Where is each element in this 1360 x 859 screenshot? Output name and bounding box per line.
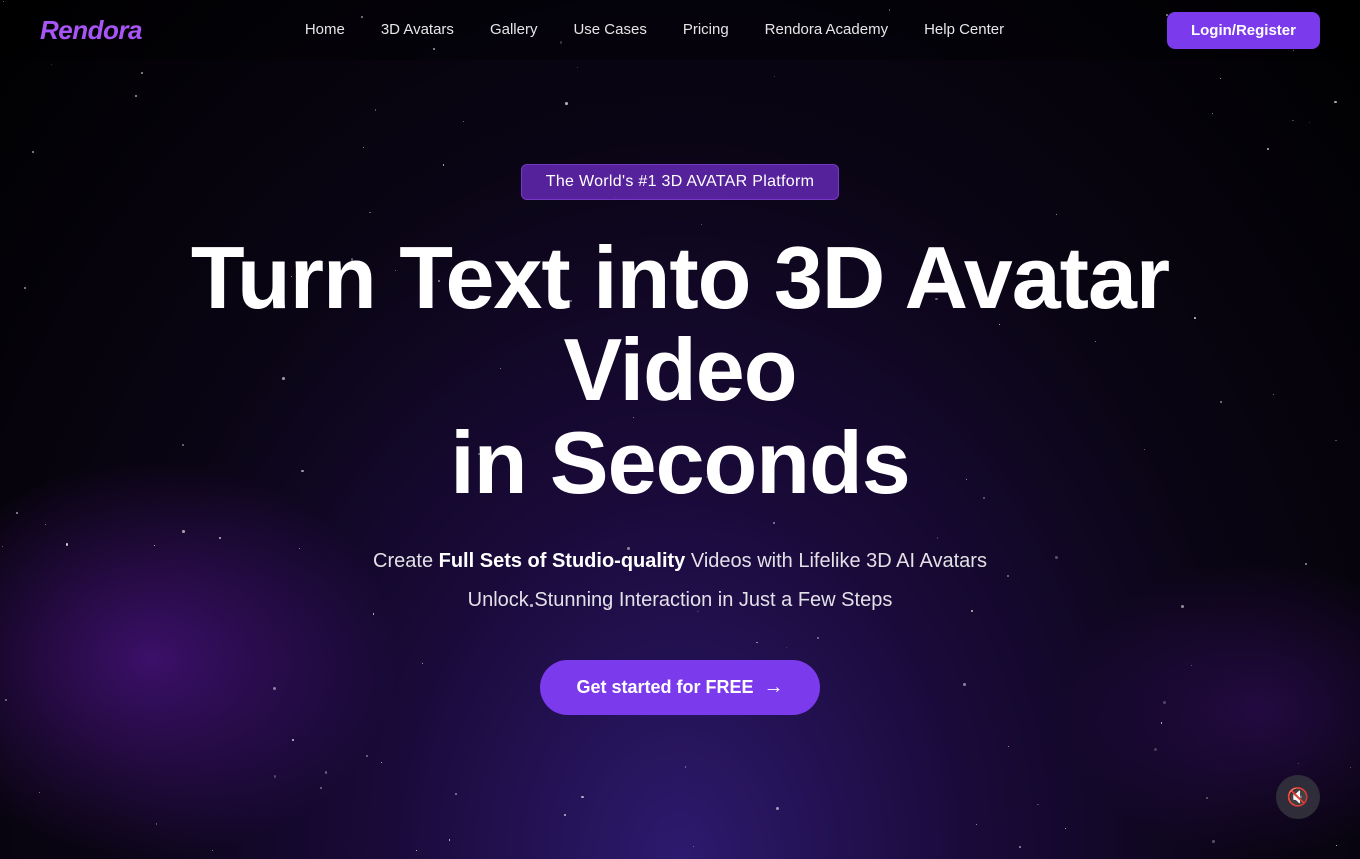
logo[interactable]: Rendora — [40, 15, 142, 46]
hero-section: The World's #1 3D AVATAR Platform Turn T… — [0, 60, 1360, 859]
nav-link-academy[interactable]: Rendora Academy — [765, 21, 888, 38]
hero-title-line3: in Seconds — [450, 413, 909, 512]
navbar: Rendora Home 3D Avatars Gallery Use Cases Pr… — [0, 0, 1360, 60]
nav-link-gallery[interactable]: Gallery — [490, 21, 538, 38]
nav-link-help[interactable]: Help Center — [924, 21, 1004, 38]
hero-title-line2: Video — [563, 320, 796, 419]
nav-link-pricing[interactable]: Pricing — [683, 21, 729, 38]
hero-title-line1: Turn Text into 3D Avatar — [191, 228, 1169, 327]
hero-sub2: Unlock Stunning Interaction in Just a Fe… — [468, 589, 893, 612]
nav-links: Home 3D Avatars Gallery Use Cases Pricing Ren… — [305, 21, 1004, 39]
hero-title: Turn Text into 3D Avatar Video in Second… — [191, 232, 1169, 509]
nav-link-home[interactable]: Home — [305, 21, 345, 38]
hero-subtitle-end: Videos with Lifelike 3D AI Avatars — [685, 550, 987, 572]
hero-subtitle-start: Create — [373, 550, 439, 572]
cta-arrow-icon: → — [764, 676, 784, 699]
sound-toggle-button[interactable]: 🔇 — [1276, 775, 1320, 819]
sound-icon: 🔇 — [1287, 787, 1309, 808]
hero-subtitle: Create Full Sets of Studio-quality Video… — [373, 545, 987, 577]
nav-link-use-cases[interactable]: Use Cases — [573, 21, 646, 38]
logo-text: Rendora — [40, 15, 142, 45]
cta-button[interactable]: Get started for FREE → — [540, 660, 819, 715]
hero-badge: The World's #1 3D AVATAR Platform — [521, 164, 839, 200]
nav-link-avatars[interactable]: 3D Avatars — [381, 21, 454, 38]
cta-label: Get started for FREE — [576, 677, 753, 698]
login-button[interactable]: Login/Register — [1167, 12, 1320, 49]
hero-subtitle-bold: Full Sets of Studio-quality — [439, 550, 686, 572]
